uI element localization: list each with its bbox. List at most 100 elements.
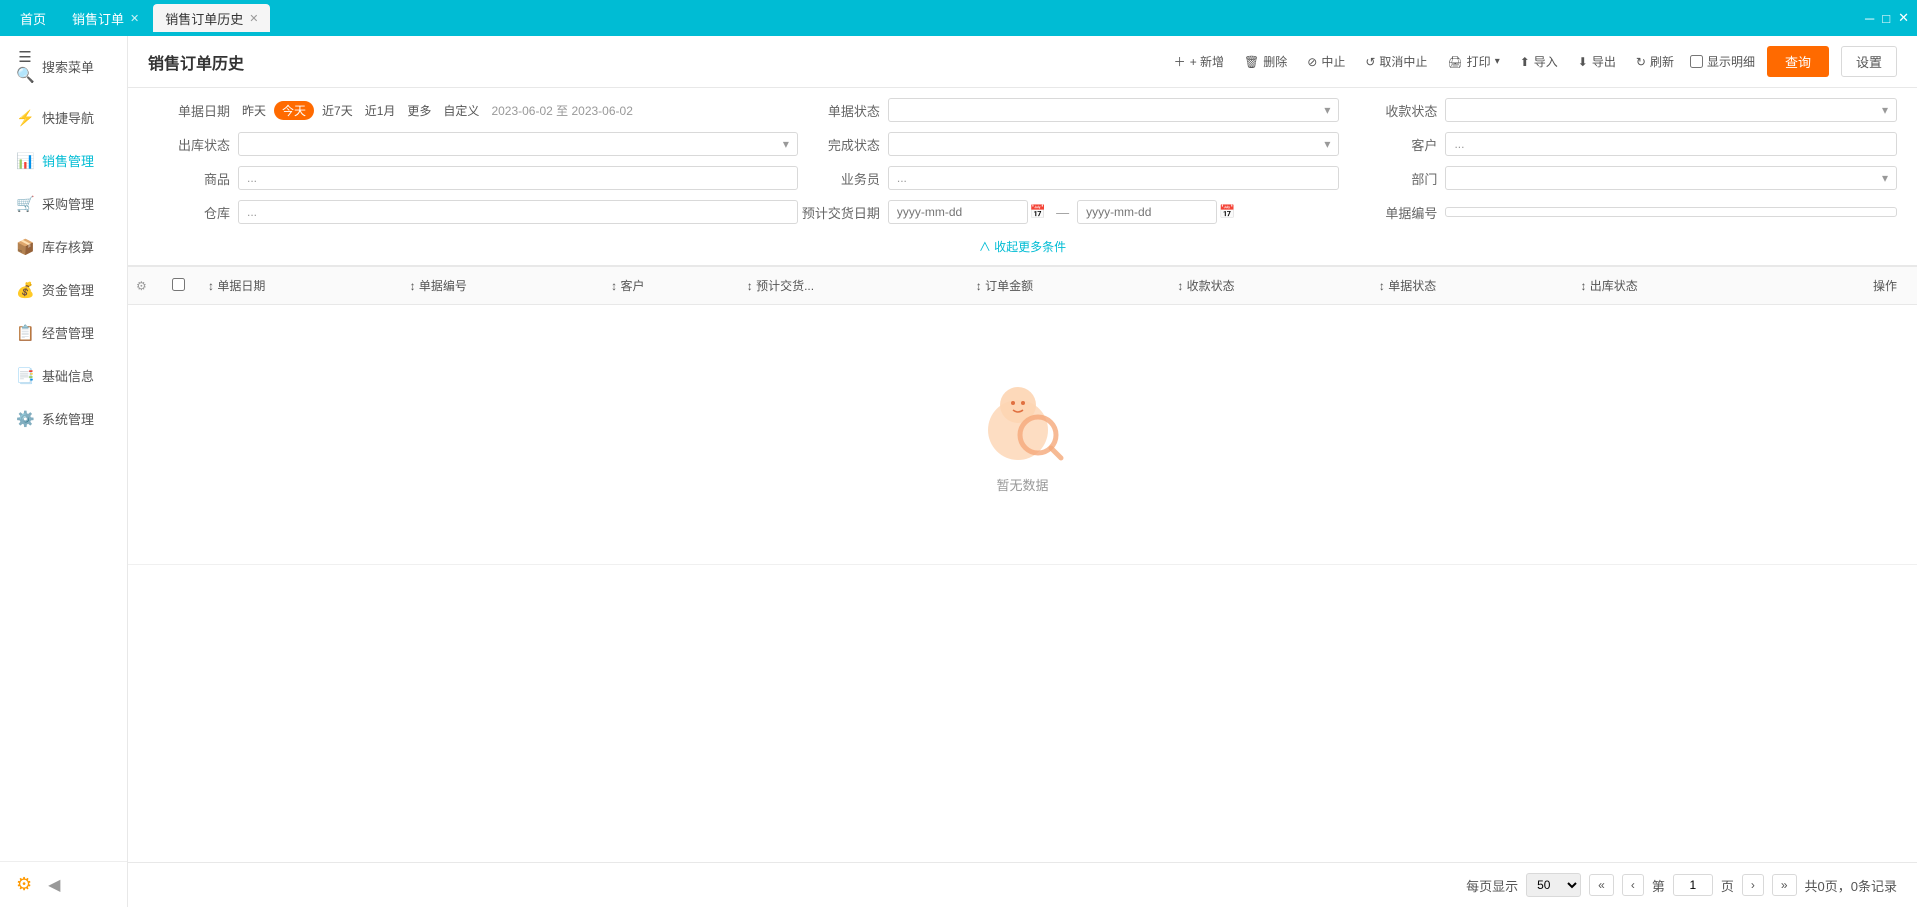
select-all-checkbox[interactable] [172,278,185,291]
product-label: 商品 [148,169,238,188]
export-icon: ⬇ [1578,55,1588,69]
empty-state: 暂无数据 [136,315,1909,554]
tab-home[interactable]: 首页 [8,4,58,32]
query-button[interactable]: 查询 [1767,46,1829,77]
sidebar-item-operation-mgmt-label: 经营管理 [42,323,94,342]
setting-button[interactable]: 设置 [1841,46,1897,77]
pagination-bar: 每页显示 50 10 20 100 « ‹ 第 页 › » 共0页，0条记录 [128,862,1917,907]
total-text: 共0页，0条记录 [1805,876,1897,895]
date-separator: — [1056,205,1069,220]
import-button[interactable]: ⬆ 导入 [1516,51,1562,72]
filter-date-col: 单据日期 昨天 今天 近7天 近1月 更多 自定义 2023-06-02 至 2… [148,101,798,120]
outbound-status-label: 出库状态 [148,135,238,154]
table-settings-icon[interactable]: ⚙ [136,279,147,293]
sidebar-item-quick-nav[interactable]: ⚡ 快捷导航 [0,96,127,139]
close-icon[interactable]: ✕ [1898,10,1909,26]
warehouse-dots: ... [247,205,257,219]
delivery-date-label: 预计交货日期 [798,203,888,222]
prev-page-button[interactable]: ‹ [1622,874,1644,896]
sidebar-collapse-icon[interactable]: ◀ [48,875,60,895]
date-btn-custom[interactable]: 自定义 [439,101,483,120]
sidebar-item-operation-mgmt[interactable]: 📋 经营管理 [0,311,127,354]
date-btn-today[interactable]: 今天 [274,101,314,120]
order-status-select[interactable]: ▾ [888,98,1340,122]
minimize-icon[interactable]: ─ [1865,11,1874,26]
tab-sales-order-history[interactable]: 销售订单历史 ✕ [153,4,270,32]
next-page-button[interactable]: › [1742,874,1764,896]
show-detail-checkbox-label[interactable]: 显示明细 [1690,53,1755,70]
tab-sales-order-close[interactable]: ✕ [130,12,139,25]
department-arrow-icon: ▾ [1882,171,1888,185]
date-btn-7days[interactable]: 近7天 [318,101,357,120]
sidebar-item-inventory-mgmt-label: 库存核算 [42,237,94,256]
quick-nav-icon: ⚡ [16,109,34,127]
first-page-button[interactable]: « [1589,874,1614,896]
print-dropdown-icon: ▾ [1495,56,1500,67]
filter-area: 单据日期 昨天 今天 近7天 近1月 更多 自定义 2023-06-02 至 2… [128,88,1917,266]
delivery-date-from-input[interactable] [888,200,1028,224]
completion-status-select[interactable]: ▾ [888,132,1340,156]
tab-sales-order-history-close[interactable]: ✕ [249,12,258,25]
department-select[interactable]: ▾ [1445,166,1897,190]
print-button[interactable]: 🖨 打印 ▾ [1443,51,1503,72]
filter-delivery-date-col: 预计交货日期 📅 — 📅 [798,200,1340,224]
basic-info-icon: 📑 [16,367,34,385]
sidebar-item-system-mgmt[interactable]: ⚙️ 系统管理 [0,397,127,440]
th-amount: ↕ 订单金额 [968,267,1170,305]
sidebar-item-search-menu[interactable]: ☰🔍 搜索菜单 [0,36,127,96]
stop-button[interactable]: ⊘ 中止 [1303,51,1349,72]
date-btn-1month[interactable]: 近1月 [361,101,400,120]
delete-button[interactable]: 🗑 删除 [1240,51,1291,72]
page-size-label: 每页显示 [1466,876,1518,895]
salesperson-input[interactable]: ... [888,166,1340,190]
page-unit-label: 页 [1721,876,1734,895]
filter-row-4: 仓库 ... 预计交货日期 📅 — 📅 单据编号 [148,200,1897,224]
refresh-button[interactable]: ↻ 刷新 [1632,51,1678,72]
content-area: 销售订单历史 ＋ + 新增 🗑 删除 ⊘ 中止 ↺ 取消中止 [128,36,1917,907]
customer-input[interactable]: ... [1445,132,1897,156]
department-label: 部门 [1355,169,1445,188]
warehouse-input[interactable]: ... [238,200,798,224]
calendar-from-icon[interactable]: 📅 [1030,204,1046,220]
th-settings: ⚙ [128,267,164,305]
sidebar-item-inventory-mgmt[interactable]: 📦 库存核算 [0,225,127,268]
last-page-button[interactable]: » [1772,874,1797,896]
outbound-status-select[interactable]: ▾ [238,132,798,156]
top-bar: 首页 销售订单 ✕ 销售订单历史 ✕ ─ □ ✕ [0,0,1917,36]
cancel-stop-button[interactable]: ↺ 取消中止 [1361,51,1431,72]
filter-receipt-status-col: 收款状态 ▾ [1339,98,1897,122]
sidebar-settings-icon[interactable]: ⚙ [16,874,32,895]
tab-sales-order-history-label: 销售订单历史 [165,9,243,28]
page-size-select[interactable]: 50 10 20 100 [1526,873,1581,897]
empty-state-row: 暂无数据 [128,305,1917,565]
date-btn-yesterday[interactable]: 昨天 [238,101,270,120]
show-detail-checkbox[interactable] [1690,55,1703,68]
th-no: ↕ 单据编号 [402,267,604,305]
sidebar-item-purchase-mgmt[interactable]: 🛒 采购管理 [0,182,127,225]
product-input[interactable]: ... [238,166,798,190]
date-btn-more[interactable]: 更多 [403,101,435,120]
sidebar-item-sales-mgmt[interactable]: 📊 销售管理 [0,139,127,182]
print-icon: 🖨 [1447,55,1462,69]
sidebar-item-basic-info[interactable]: 📑 基础信息 [0,354,127,397]
new-button[interactable]: ＋ + 新增 [1170,51,1228,72]
th-receipt-status: ↕ 收款状态 [1169,267,1371,305]
export-button[interactable]: ⬇ 导出 [1574,51,1620,72]
tab-sales-order[interactable]: 销售订单 ✕ [60,4,151,32]
receipt-status-select[interactable]: ▾ [1445,98,1897,122]
sidebar-item-purchase-mgmt-label: 采购管理 [42,194,94,213]
table-body: 暂无数据 [128,305,1917,565]
page-number-input[interactable] [1673,874,1713,896]
sidebar-item-capital-mgmt-label: 资金管理 [42,280,94,299]
maximize-icon[interactable]: □ [1882,11,1890,26]
collapse-filter-btn[interactable]: ∧ 收起更多条件 [148,234,1897,259]
delivery-date-to-input[interactable] [1077,200,1217,224]
empty-illustration [973,375,1073,475]
new-icon: ＋ [1174,53,1186,70]
order-no-input[interactable] [1445,207,1897,217]
order-status-arrow-icon: ▾ [1324,103,1330,117]
window-controls: ─ □ ✕ [1865,10,1909,26]
system-mgmt-icon: ⚙️ [16,410,34,428]
calendar-to-icon[interactable]: 📅 [1219,204,1235,220]
sidebar-item-capital-mgmt[interactable]: 💰 资金管理 [0,268,127,311]
